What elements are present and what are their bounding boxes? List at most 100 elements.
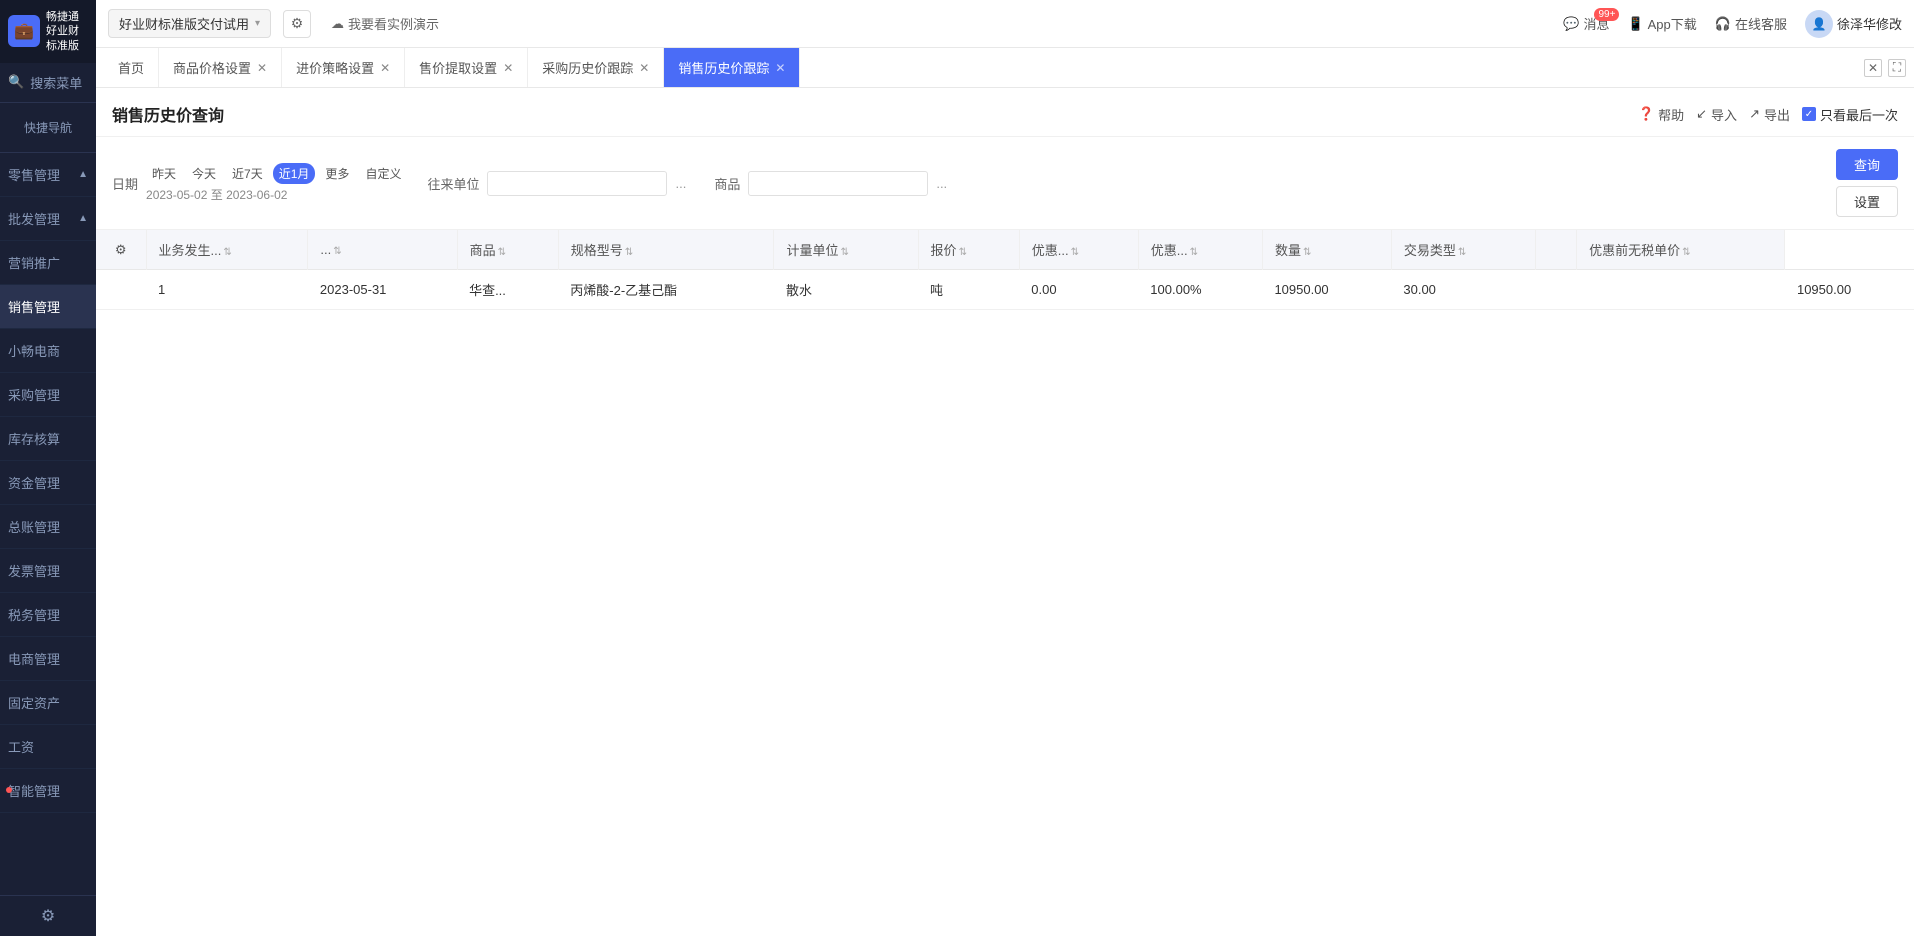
date-option-today[interactable]: 今天: [186, 163, 222, 184]
settings-button[interactable]: 设置: [1836, 186, 1898, 217]
table-col-unit[interactable]: 计量单位⇅: [774, 230, 918, 270]
tab-label: 进价策略设置: [296, 58, 374, 77]
tab-selector[interactable]: 好业财标准版交付试用 ▾: [108, 9, 271, 38]
tab-sale-price[interactable]: 售价提取设置✕: [405, 48, 528, 88]
app-download-button[interactable]: 📱 App下载: [1627, 14, 1696, 33]
sidebar-item-wholesale[interactable]: 批发管理▲: [0, 197, 96, 241]
page-inner: 销售历史价查询 ❓ 帮助 ↙ 导入 ↗ 导出 ✓: [96, 88, 1914, 936]
table-col-pretax_price[interactable]: 优惠前无税单价⇅: [1577, 230, 1785, 270]
menu-item-label: 工资: [8, 737, 34, 756]
sidebar-item-xiaochangec[interactable]: 小畅电商: [0, 329, 96, 373]
sidebar-item-sales[interactable]: 销售管理: [0, 285, 96, 329]
only-last-checkbox[interactable]: ✓: [1802, 107, 1816, 121]
headset-icon: 🎧: [1715, 16, 1731, 32]
product-more-button[interactable]: ...: [936, 176, 947, 191]
table-cell: 10950.00: [1785, 270, 1914, 310]
message-button[interactable]: 💬 消息 99+: [1563, 14, 1609, 33]
table-col-more_cols[interactable]: ...⇅: [308, 230, 457, 270]
menu-item-label: 库存核算: [8, 429, 60, 448]
chevron-icon: ▲: [78, 213, 88, 224]
date-option-last1m[interactable]: 近1月: [273, 163, 316, 184]
table-col-product[interactable]: 商品⇅: [457, 230, 558, 270]
table-row[interactable]: 12023-05-31华查...丙烯酸-2-乙基己酯散水吨0.00100.00%…: [96, 270, 1914, 310]
partner-input[interactable]: [487, 171, 667, 196]
sidebar-item-salary[interactable]: 工资: [0, 725, 96, 769]
online-service-button[interactable]: 🎧 在线客服: [1715, 14, 1787, 33]
table-col-trade_type[interactable]: 交易类型⇅: [1391, 230, 1535, 270]
user-info[interactable]: 👤 徐泽华修改: [1805, 10, 1902, 38]
demo-link[interactable]: ☁ 我要看实例演示: [331, 14, 439, 33]
sidebar-item-purchase[interactable]: 采购管理: [0, 373, 96, 417]
table-body: 12023-05-31华查...丙烯酸-2-乙基己酯散水吨0.00100.00%…: [96, 270, 1914, 310]
date-options: 昨天今天近7天近1月更多自定义 2023-05-02 至 2023-06-02: [146, 163, 407, 203]
query-button[interactable]: 查询: [1836, 149, 1898, 180]
table-col-discount2[interactable]: 优惠...⇅: [1138, 230, 1262, 270]
menu-item-label: 电商管理: [8, 649, 60, 668]
date-label: 日期: [112, 174, 138, 193]
sidebar-quick-nav[interactable]: 快捷导航: [0, 103, 96, 153]
maximize-window-button[interactable]: ⛶: [1888, 59, 1906, 77]
table-cell: 30.00: [1391, 270, 1535, 310]
tab-price[interactable]: 商品价格设置✕: [159, 48, 282, 88]
table-col-quantity[interactable]: 数量⇅: [1262, 230, 1391, 270]
tab-purchase-history[interactable]: 采购历史价跟踪✕: [528, 48, 664, 88]
sidebar-item-general[interactable]: 总账管理: [0, 505, 96, 549]
only-last-checkbox-group[interactable]: ✓ 只看最后一次: [1802, 105, 1898, 124]
sidebar-item-retail[interactable]: 零售管理▲: [0, 153, 96, 197]
export-link[interactable]: ↗ 导出: [1749, 105, 1790, 124]
table-col-spec[interactable]: 规格型号⇅: [558, 230, 774, 270]
date-option-last7[interactable]: 近7天: [226, 163, 269, 184]
demo-icon: ☁: [331, 16, 344, 32]
window-controls: ✕ ⛶: [1864, 59, 1906, 77]
sidebar-settings-icon[interactable]: ⚙: [41, 906, 55, 926]
tab-close-icon[interactable]: ✕: [503, 61, 513, 75]
tab-purchase-strategy[interactable]: 进价策略设置 ✕: [282, 48, 405, 88]
sort-icon: ⇅: [1682, 247, 1690, 258]
sidebar-item-ecommerce[interactable]: 电商管理: [0, 637, 96, 681]
sidebar-item-inventory[interactable]: 库存核算: [0, 417, 96, 461]
tab-close-icon[interactable]: ✕: [639, 61, 649, 75]
date-option-yesterday[interactable]: 昨天: [146, 163, 182, 184]
sidebar-item-invoice[interactable]: 发票管理: [0, 549, 96, 593]
sidebar-search[interactable]: 🔍 搜索菜单: [0, 63, 96, 103]
sidebar-item-smart[interactable]: 智能管理: [0, 769, 96, 813]
menu-item-label: 智能管理: [8, 781, 60, 800]
close-window-button[interactable]: ✕: [1864, 59, 1882, 77]
sidebar-item-capital[interactable]: 资金管理: [0, 461, 96, 505]
gear-icon: ⚙: [115, 242, 127, 257]
header-right: 💬 消息 99+ 📱 App下载 🎧 在线客服 👤 徐泽华修改: [1563, 10, 1902, 38]
table-cell: 10950.00: [1262, 270, 1391, 310]
import-icon: ↙: [1696, 106, 1707, 122]
table-cell: 2023-05-31: [308, 270, 457, 310]
product-input[interactable]: [748, 171, 928, 196]
tab-sales-history[interactable]: 销售历史价跟踪✕: [664, 48, 800, 88]
message-icon: 💬: [1563, 16, 1579, 32]
header-settings-button[interactable]: ⚙: [283, 10, 311, 38]
tab-close-icon[interactable]: ✕: [380, 61, 390, 75]
import-link[interactable]: ↙ 导入: [1696, 105, 1737, 124]
sort-icon: ⇅: [959, 247, 967, 258]
sidebar-item-fixedassets[interactable]: 固定资产: [0, 681, 96, 725]
help-link[interactable]: ❓ 帮助: [1638, 105, 1684, 124]
message-badge: 99+: [1594, 8, 1619, 21]
sort-icon: ⇅: [1071, 247, 1079, 258]
partner-more-button[interactable]: ...: [675, 176, 686, 191]
product-label: 商品: [714, 174, 740, 193]
tab-home[interactable]: 首页: [104, 48, 159, 88]
table-col-discount1[interactable]: 优惠...⇅: [1019, 230, 1138, 270]
table-wrap: ⚙业务发生...⇅...⇅商品⇅规格型号⇅计量单位⇅报价⇅优惠...⇅优惠...…: [96, 230, 1914, 936]
quick-nav-item[interactable]: 快捷导航: [0, 111, 96, 144]
page-header: 销售历史价查询 ❓ 帮助 ↙ 导入 ↗ 导出 ✓: [96, 88, 1914, 137]
sidebar-item-tax[interactable]: 税务管理: [0, 593, 96, 637]
table-col-gear[interactable]: ⚙: [96, 230, 146, 270]
tab-close-icon[interactable]: ✕: [257, 61, 267, 75]
tabs-bar: 首页商品价格设置✕进价策略设置✕售价提取设置✕采购历史价跟踪✕销售历史价跟踪✕ …: [96, 48, 1914, 88]
date-option-custom[interactable]: 自定义: [359, 163, 407, 184]
menu-item-label: 销售管理: [8, 297, 60, 316]
date-option-more[interactable]: 更多: [319, 163, 355, 184]
table-col-biz_date[interactable]: 业务发生...⇅: [146, 230, 308, 270]
sidebar-item-marketing[interactable]: 营销推广: [0, 241, 96, 285]
data-table: ⚙业务发生...⇅...⇅商品⇅规格型号⇅计量单位⇅报价⇅优惠...⇅优惠...…: [96, 230, 1914, 310]
tab-close-icon[interactable]: ✕: [775, 61, 785, 75]
table-col-price[interactable]: 报价⇅: [918, 230, 1019, 270]
